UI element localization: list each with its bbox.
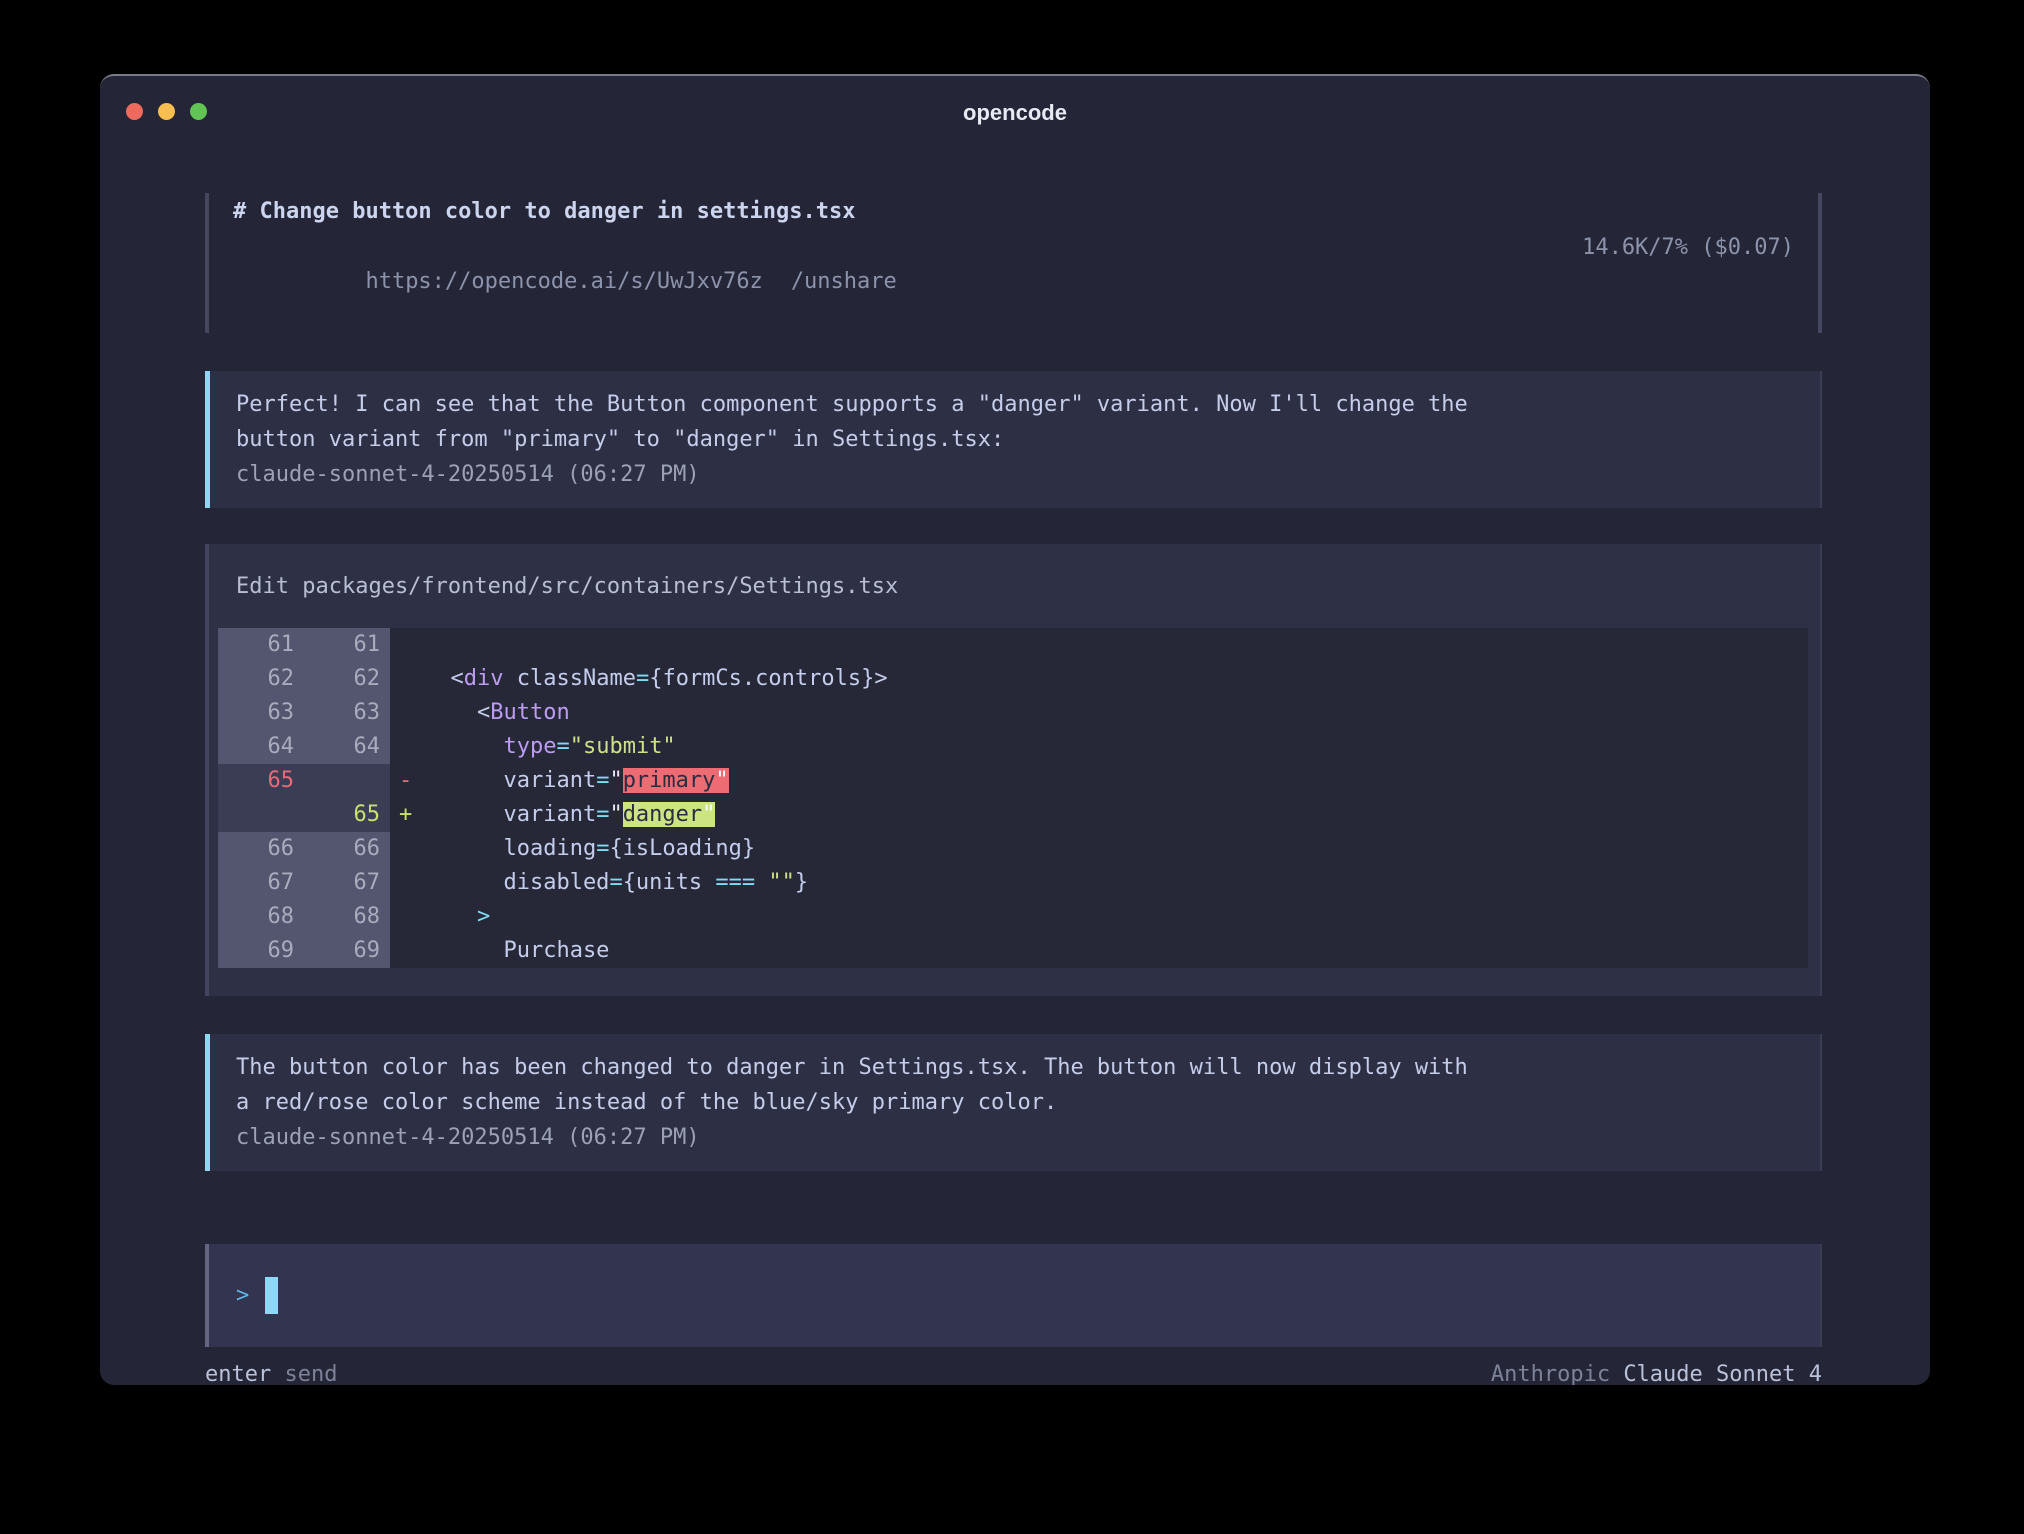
old-line-number [218, 798, 304, 832]
send-hint: enter send [205, 1357, 337, 1385]
message-line: button variant from "primary" to "danger… [236, 422, 1794, 457]
assistant-message: The button color has been changed to dan… [205, 1034, 1822, 1171]
diff-row: 6464 type="submit" [218, 730, 1808, 764]
diff-row: 6969 Purchase [218, 934, 1808, 968]
code-line: <div className={formCs.controls}> [424, 662, 1808, 696]
new-line-number: 69 [304, 934, 390, 968]
message-model-meta: claude-sonnet-4-20250514 (06:27 PM) [236, 457, 1794, 492]
zoom-window-button[interactable] [190, 103, 207, 120]
diff-row: 6666 loading={isLoading} [218, 832, 1808, 866]
new-line-number: 67 [304, 866, 390, 900]
old-line-number: 65 [218, 764, 304, 798]
new-line-number: 65 [304, 798, 390, 832]
diff-marker [390, 662, 424, 696]
diff-row: 6767 disabled={units === ""} [218, 866, 1808, 900]
line-number-gutter: 65 [218, 764, 390, 798]
line-number-gutter: 6767 [218, 866, 390, 900]
code-line: type="submit" [424, 730, 1808, 764]
diff-row: 65+ variant="danger" [218, 798, 1808, 832]
line-number-gutter: 6868 [218, 900, 390, 934]
diff-marker [390, 696, 424, 730]
diff-marker [390, 866, 424, 900]
code-line: Purchase [424, 934, 1808, 968]
session-header: # Change button color to danger in setti… [205, 193, 1822, 333]
line-number-gutter: 6262 [218, 662, 390, 696]
code-line: variant="danger" [424, 798, 1808, 832]
traffic-lights [126, 103, 207, 120]
message-line: a red/rose color scheme instead of the b… [236, 1085, 1794, 1120]
diff-marker [390, 934, 424, 968]
input-hints-row: enter send Anthropic Claude Sonnet 4 [205, 1357, 1822, 1385]
code-line: disabled={units === ""} [424, 866, 1808, 900]
diff-row: 6161 [218, 628, 1808, 662]
code-line: <Button [424, 696, 1808, 730]
diff-row: 6262 <div className={formCs.controls}> [218, 662, 1808, 696]
code-line: variant="primary" [424, 764, 1808, 798]
prompt-chevron: > [236, 1277, 249, 1314]
old-line-number: 63 [218, 696, 304, 730]
new-line-number: 68 [304, 900, 390, 934]
code-line: > [424, 900, 1808, 934]
code-line [424, 628, 1808, 662]
line-number-gutter: 6666 [218, 832, 390, 866]
text-cursor [265, 1277, 278, 1314]
old-line-number: 61 [218, 628, 304, 662]
new-line-number: 66 [304, 832, 390, 866]
old-line-number: 64 [218, 730, 304, 764]
old-line-number: 62 [218, 662, 304, 696]
code-line: loading={isLoading} [424, 832, 1808, 866]
edit-tool-title: Edit packages/frontend/src/containers/Se… [209, 570, 1808, 604]
diff-marker [390, 628, 424, 662]
new-line-number: 63 [304, 696, 390, 730]
unshare-command[interactable]: /unshare [791, 269, 897, 294]
old-line-number: 67 [218, 866, 304, 900]
share-url-row: https://opencode.ai/s/UwJxv76z/unshare [233, 231, 897, 333]
window-titlebar: opencode [100, 76, 1930, 134]
message-line: Perfect! I can see that the Button compo… [236, 387, 1794, 422]
diff-marker [390, 900, 424, 934]
line-number-gutter: 6161 [218, 628, 390, 662]
prompt-input[interactable]: > [205, 1244, 1822, 1347]
opencode-window: opencode # Change button color to danger… [100, 74, 1930, 1385]
session-title: # Change button color to danger in setti… [233, 193, 1794, 231]
diff-row: 6363 <Button [218, 696, 1808, 730]
message-model-meta: claude-sonnet-4-20250514 (06:27 PM) [236, 1120, 1794, 1155]
line-number-gutter: 6969 [218, 934, 390, 968]
diff-marker [390, 730, 424, 764]
new-line-number: 61 [304, 628, 390, 662]
new-line-number: 64 [304, 730, 390, 764]
message-line: The button color has been changed to dan… [236, 1050, 1794, 1085]
minimize-window-button[interactable] [158, 103, 175, 120]
line-number-gutter: 6363 [218, 696, 390, 730]
diff-marker: + [390, 798, 424, 832]
new-line-number [304, 764, 390, 798]
old-line-number: 66 [218, 832, 304, 866]
diff-marker: - [390, 764, 424, 798]
context-usage: 14.6K/7% ($0.07) [1582, 231, 1794, 333]
line-number-gutter: 6464 [218, 730, 390, 764]
close-window-button[interactable] [126, 103, 143, 120]
share-url-link[interactable]: https://opencode.ai/s/UwJxv76z [365, 269, 762, 294]
diff-marker [390, 832, 424, 866]
old-line-number: 69 [218, 934, 304, 968]
diff-row: 65 - variant="primary" [218, 764, 1808, 798]
diff-table: 61616262 <div className={formCs.controls… [218, 628, 1808, 968]
assistant-message: Perfect! I can see that the Button compo… [205, 371, 1822, 508]
diff-row: 6868 > [218, 900, 1808, 934]
window-title: opencode [963, 100, 1067, 126]
line-number-gutter: 65 [218, 798, 390, 832]
edit-tool-block: Edit packages/frontend/src/containers/Se… [205, 544, 1822, 996]
active-model: Anthropic Claude Sonnet 4 [1491, 1357, 1822, 1385]
old-line-number: 68 [218, 900, 304, 934]
terminal-content: # Change button color to danger in setti… [100, 134, 1930, 1385]
new-line-number: 62 [304, 662, 390, 696]
